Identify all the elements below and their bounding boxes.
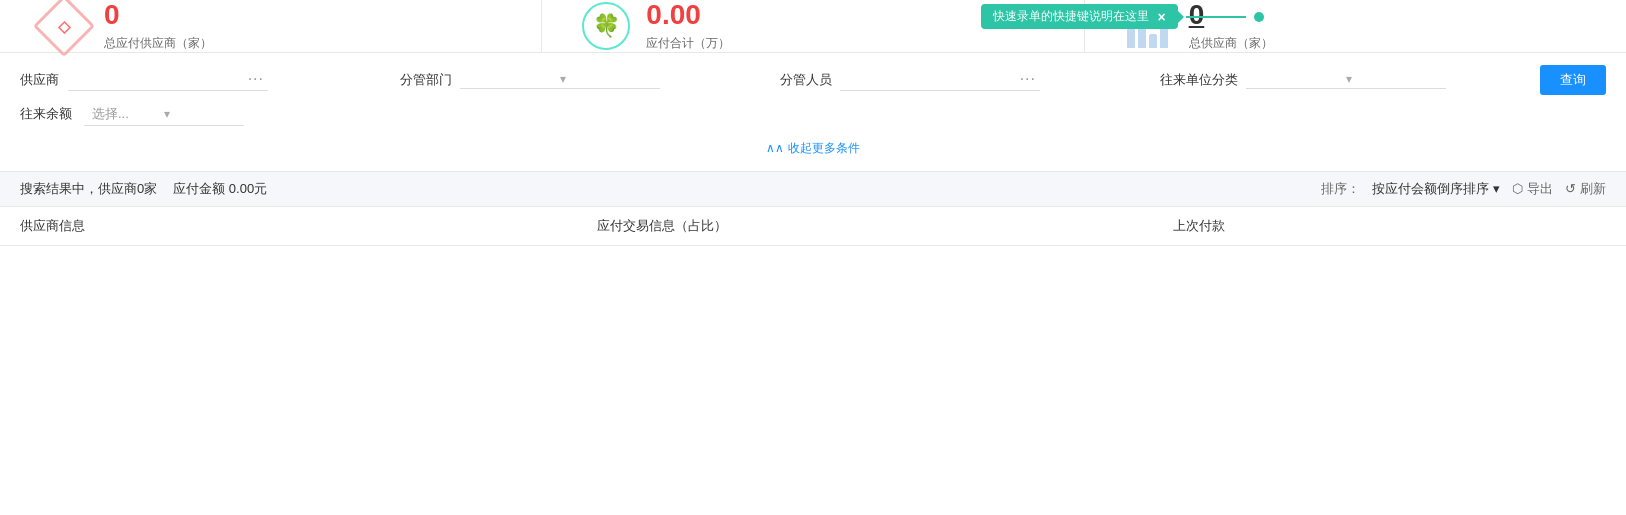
result-bar: 搜索结果中，供应商0家 应付金额 0.00元 排序： 按应付会额倒序排序 ▾ ⬡… — [0, 172, 1626, 207]
stat-label-payable-suppliers: 总应付供应商（家） — [104, 35, 212, 52]
balance-select[interactable]: 选择... ▾ — [84, 103, 244, 126]
tooltip-badge: 快速录单的快捷键说明在这里 × — [981, 4, 1177, 29]
stat-label-total-suppliers: 总供应商（家） — [1189, 35, 1273, 52]
export-button[interactable]: ⬡ 导出 — [1512, 180, 1553, 198]
query-button[interactable]: 查询 — [1540, 65, 1606, 95]
filter-group-person: 分管人员 ··· — [780, 68, 1148, 91]
chevron-up-icon: ∧∧ — [766, 141, 784, 155]
tooltip-close-button[interactable]: × — [1157, 9, 1165, 25]
table-col-header-3: 上次付款 — [1173, 217, 1606, 235]
table-col-header-2: 应付交易信息（占比） — [597, 217, 1174, 235]
balance-placeholder: 选择... — [92, 105, 164, 123]
stat-icon-diamond: ◇ — [40, 2, 88, 50]
result-supplier-count: 搜索结果中，供应商0家 — [20, 180, 157, 198]
filter-group-supplier: 供应商 ··· — [20, 68, 388, 91]
person-label: 分管人员 — [780, 71, 832, 89]
supplier-input[interactable] — [72, 72, 248, 87]
dept-label: 分管部门 — [400, 71, 452, 89]
supplier-input-wrap: ··· — [68, 68, 268, 91]
supplier-label: 供应商 — [20, 71, 60, 89]
person-input[interactable] — [844, 72, 1020, 87]
tooltip-text: 快速录单的快捷键说明在这里 — [993, 8, 1149, 25]
balance-label: 往来余额 — [20, 105, 72, 123]
top-stats: ◇ 0 总应付供应商（家） 🍀 0.00 应付合计（万） 快速 — [0, 0, 1626, 53]
result-bar-left: 搜索结果中，供应商0家 应付金额 0.00元 — [20, 180, 267, 198]
filter-section: 供应商 ··· 分管部门 ▾ 分管人员 ··· — [0, 53, 1626, 172]
refresh-label: 刷新 — [1580, 180, 1606, 198]
tooltip-dot — [1254, 12, 1264, 22]
sort-button[interactable]: 按应付会额倒序排序 ▾ — [1372, 180, 1500, 198]
refresh-icon: ↺ — [1565, 181, 1576, 196]
supplier-more-icon[interactable]: ··· — [248, 70, 264, 88]
filter-group-dept: 分管部门 ▾ — [400, 70, 768, 89]
person-more-icon[interactable]: ··· — [1020, 70, 1036, 88]
person-input-wrap: ··· — [840, 68, 1040, 91]
table-body — [0, 246, 1626, 515]
unit-class-select[interactable]: ▾ — [1246, 70, 1446, 89]
filter-row-1: 供应商 ··· 分管部门 ▾ 分管人员 ··· — [20, 65, 1606, 95]
page-wrapper: ◇ 0 总应付供应商（家） 🍀 0.00 应付合计（万） 快速 — [0, 0, 1626, 515]
filter-group-unit-class: 往来单位分类 ▾ — [1160, 70, 1528, 89]
table-header: 供应商信息 应付交易信息（占比） 上次付款 — [0, 207, 1626, 246]
balance-arrow-icon: ▾ — [164, 107, 236, 121]
dept-select[interactable]: ▾ — [460, 70, 660, 89]
export-label: 导出 — [1527, 180, 1553, 198]
result-amount: 应付金额 0.00元 — [173, 180, 267, 198]
table-col-header-1: 供应商信息 — [20, 217, 597, 235]
stat-icon-circle: 🍀 — [582, 2, 630, 50]
sort-label-prefix: 排序： — [1321, 180, 1360, 198]
stat-label-payable-total: 应付合计（万） — [646, 35, 730, 52]
stat-block-payable-total: 🍀 0.00 应付合计（万） 快速录单的快捷键说明在这里 × — [542, 0, 1084, 52]
stat-number-payable-suppliers: 0 — [104, 0, 212, 31]
collapse-button[interactable]: ∧∧ 收起更多条件 — [766, 140, 860, 157]
filter-row-2: 往来余额 选择... ▾ — [20, 103, 1606, 126]
unit-class-arrow-icon: ▾ — [1346, 72, 1438, 86]
export-icon: ⬡ — [1512, 181, 1523, 196]
result-bar-right: 排序： 按应付会额倒序排序 ▾ ⬡ 导出 ↺ 刷新 — [1321, 180, 1606, 198]
sort-label: 按应付会额倒序排序 — [1372, 180, 1489, 198]
tooltip-line — [1186, 16, 1246, 18]
stat-number-payable-total: 0.00 — [646, 0, 730, 31]
sort-arrow-icon: ▾ — [1493, 181, 1500, 196]
collapse-label: 收起更多条件 — [788, 140, 860, 157]
dept-arrow-icon: ▾ — [560, 72, 652, 86]
stat-block-payable-suppliers: ◇ 0 总应付供应商（家） — [0, 0, 542, 52]
tooltip-container: 快速录单的快捷键说明在这里 × — [981, 4, 1263, 29]
refresh-button[interactable]: ↺ 刷新 — [1565, 180, 1606, 198]
collapse-bar: ∧∧ 收起更多条件 — [20, 134, 1606, 159]
unit-class-label: 往来单位分类 — [1160, 71, 1238, 89]
